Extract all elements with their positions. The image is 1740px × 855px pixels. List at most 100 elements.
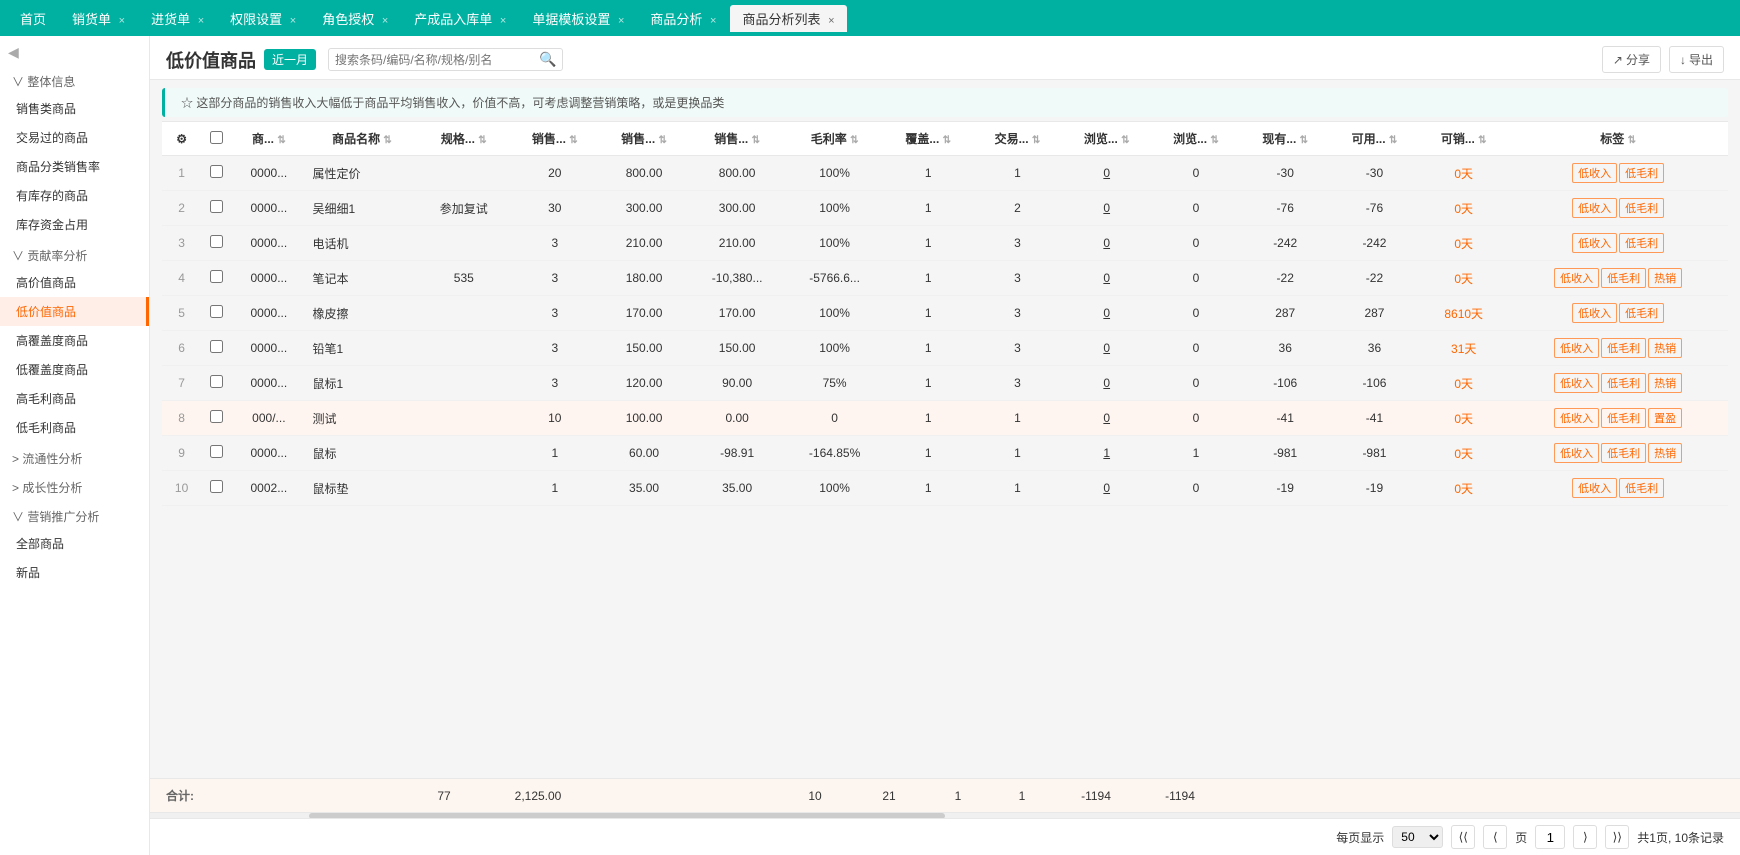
cell-sale-amount: 0.00 <box>689 401 786 436</box>
row-checkbox[interactable] <box>210 235 223 248</box>
cell-checkbox[interactable] <box>201 226 231 261</box>
col-sale-qty[interactable]: 销售... ⇅ <box>510 122 599 156</box>
cell-code: 0000... <box>231 366 306 401</box>
cell-coverage: 1 <box>884 191 973 226</box>
row-checkbox[interactable] <box>210 340 223 353</box>
sidebar-item-high-margin[interactable]: 高毛利商品 <box>0 384 149 413</box>
sidebar-item-high-value[interactable]: 高价值商品 <box>0 268 149 297</box>
col-tags[interactable]: 标签 ⇅ <box>1508 122 1728 156</box>
col-trade[interactable]: 交易... ⇅ <box>973 122 1062 156</box>
nav-home[interactable]: 首页 <box>8 5 58 32</box>
search-icon[interactable]: 🔍 <box>539 51 556 68</box>
sidebar-item-high-coverage[interactable]: 高覆盖度商品 <box>0 326 149 355</box>
next-page-btn[interactable]: ⟩ <box>1573 825 1597 849</box>
sidebar-item-new-products[interactable]: 新品 <box>0 558 149 587</box>
cell-days: 0天 <box>1419 366 1508 401</box>
row-checkbox[interactable] <box>210 375 223 388</box>
row-checkbox[interactable] <box>210 305 223 318</box>
sidebar-item-low-coverage[interactable]: 低覆盖度商品 <box>0 355 149 384</box>
row-checkbox[interactable] <box>210 480 223 493</box>
col-coverage[interactable]: 覆盖... ⇅ <box>884 122 973 156</box>
cell-checkbox[interactable] <box>201 156 231 191</box>
col-sale-amount[interactable]: 销售... ⇅ <box>689 122 786 156</box>
cell-view1[interactable]: 0 <box>1062 261 1151 296</box>
cell-checkbox[interactable] <box>201 401 231 436</box>
nav-product-in[interactable]: 产成品入库单 × <box>402 5 518 32</box>
export-button[interactable]: ↓ 导出 <box>1669 46 1724 73</box>
col-available[interactable]: 可用... ⇅ <box>1330 122 1419 156</box>
first-page-btn[interactable]: ⟨⟨ <box>1451 825 1475 849</box>
nav-permissions[interactable]: 权限设置 × <box>218 5 308 32</box>
row-checkbox[interactable] <box>210 270 223 283</box>
sidebar-item-low-margin[interactable]: 低毛利商品 <box>0 413 149 442</box>
search-input[interactable] <box>335 53 535 67</box>
cell-checkbox[interactable] <box>201 471 231 506</box>
product-tag: 低毛利 <box>1601 373 1646 393</box>
row-checkbox[interactable] <box>210 445 223 458</box>
select-all-checkbox[interactable] <box>210 131 223 144</box>
share-button[interactable]: ↗ 分享 <box>1602 46 1661 73</box>
filter-tag-month[interactable]: 近一月 <box>264 49 316 70</box>
cell-checkbox[interactable] <box>201 261 231 296</box>
cell-checkbox[interactable] <box>201 191 231 226</box>
sidebar-group-overall[interactable]: ∨ 整体信息 <box>0 65 149 94</box>
cell-view1[interactable]: 0 <box>1062 226 1151 261</box>
row-checkbox[interactable] <box>210 410 223 423</box>
table-footer: 合计: 77 2,125.00 10 21 1 1 -1194 -1194 <box>150 778 1740 812</box>
cell-checkbox[interactable] <box>201 366 231 401</box>
page-size-select[interactable]: 50 100 200 <box>1392 826 1443 848</box>
nav-product-analysis-list[interactable]: 商品分析列表 × <box>730 5 846 32</box>
cell-sale-amount: 90.00 <box>689 366 786 401</box>
col-view2[interactable]: 浏览... ⇅ <box>1151 122 1240 156</box>
sidebar-item-category-rate[interactable]: 商品分类销售率 <box>0 152 149 181</box>
col-sale-price[interactable]: 销售... ⇅ <box>599 122 688 156</box>
nav-product-analysis[interactable]: 商品分析 × <box>638 5 728 32</box>
col-view1[interactable]: 浏览... ⇅ <box>1062 122 1151 156</box>
cell-sale-amount: -98.91 <box>689 436 786 471</box>
sidebar-group-growth[interactable]: > 成长性分析 <box>0 471 149 500</box>
prev-page-btn[interactable]: ⟨ <box>1483 825 1507 849</box>
cell-view1[interactable]: 0 <box>1062 191 1151 226</box>
sidebar-group-marketing[interactable]: ∨ 营销推广分析 <box>0 500 149 529</box>
nav-sales-order[interactable]: 销货单 × <box>60 5 137 32</box>
footer-total-margin <box>706 789 766 803</box>
sidebar-item-traded-products[interactable]: 交易过的商品 <box>0 123 149 152</box>
nav-template[interactable]: 单据模板设置 × <box>520 5 636 32</box>
col-code[interactable]: 商... ⇅ <box>231 122 306 156</box>
sidebar-item-all-products[interactable]: 全部商品 <box>0 529 149 558</box>
cell-checkbox[interactable] <box>201 331 231 366</box>
col-stock[interactable]: 现有... ⇅ <box>1241 122 1330 156</box>
cell-view1[interactable]: 1 <box>1062 436 1151 471</box>
footer-total-amount <box>602 789 682 803</box>
cell-sale-qty: 30 <box>510 191 599 226</box>
row-checkbox[interactable] <box>210 200 223 213</box>
cell-spec: 535 <box>417 261 510 296</box>
sidebar-group-circulation[interactable]: > 流通性分析 <box>0 442 149 471</box>
cell-view1[interactable]: 0 <box>1062 401 1151 436</box>
col-margin[interactable]: 毛利率 ⇅ <box>786 122 884 156</box>
cell-view1[interactable]: 0 <box>1062 471 1151 506</box>
sidebar-group-contribution[interactable]: ∨ 贡献率分析 <box>0 239 149 268</box>
page-number-input[interactable] <box>1535 825 1565 849</box>
sidebar-collapse-btn[interactable]: ◀ <box>8 44 19 61</box>
sidebar-item-stocked-products[interactable]: 有库存的商品 <box>0 181 149 210</box>
cell-view1[interactable]: 0 <box>1062 331 1151 366</box>
nav-purchase-order[interactable]: 进货单 × <box>139 5 216 32</box>
cell-view1[interactable]: 0 <box>1062 156 1151 191</box>
cell-view1[interactable]: 0 <box>1062 296 1151 331</box>
row-checkbox[interactable] <box>210 165 223 178</box>
cell-available: 36 <box>1330 331 1419 366</box>
col-name[interactable]: 商品名称 ⇅ <box>307 122 418 156</box>
col-settings[interactable]: ⚙ <box>162 122 201 156</box>
col-checkbox[interactable] <box>201 122 231 156</box>
col-spec[interactable]: 规格... ⇅ <box>417 122 510 156</box>
cell-view1[interactable]: 0 <box>1062 366 1151 401</box>
cell-checkbox[interactable] <box>201 436 231 471</box>
sidebar-item-stock-capital[interactable]: 库存资金占用 <box>0 210 149 239</box>
sidebar-item-low-value[interactable]: 低价值商品 <box>0 297 149 326</box>
sidebar-item-sales-products[interactable]: 销售类商品 <box>0 94 149 123</box>
last-page-btn[interactable]: ⟩⟩ <box>1605 825 1629 849</box>
cell-checkbox[interactable] <box>201 296 231 331</box>
nav-role-auth[interactable]: 角色授权 × <box>310 5 400 32</box>
col-sellable[interactable]: 可销... ⇅ <box>1419 122 1508 156</box>
